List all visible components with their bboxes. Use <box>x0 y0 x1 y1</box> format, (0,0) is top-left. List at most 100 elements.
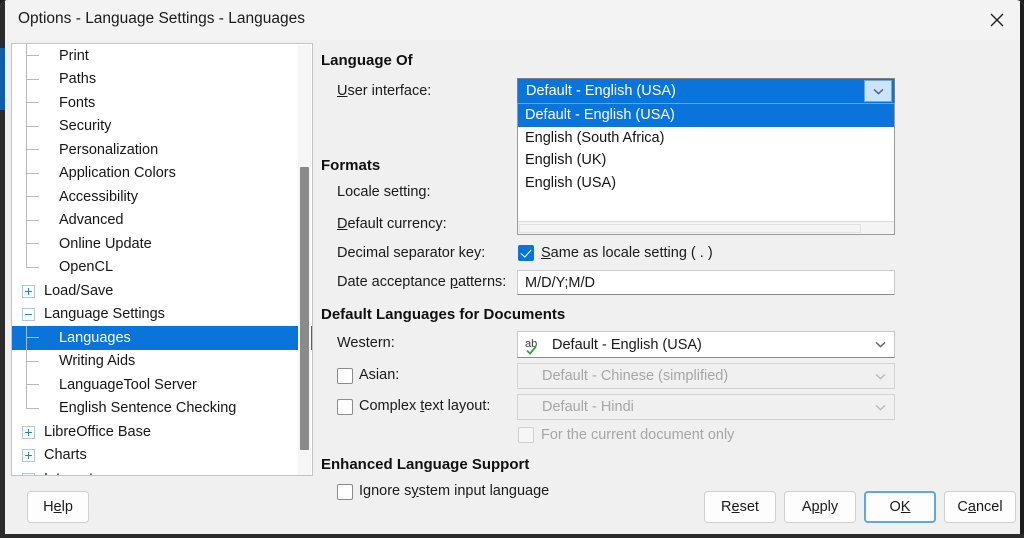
tree-item-label: Writing Aids <box>59 353 135 369</box>
tree-connector <box>26 209 41 233</box>
formats-heading: Formats <box>321 157 380 174</box>
tree-item-language-settings[interactable]: Language Settings <box>12 303 312 327</box>
tree-connector <box>26 44 41 68</box>
tree-item-label: Language Settings <box>44 306 165 322</box>
tree-connector <box>26 326 41 350</box>
asian-language-value: Default - Chinese (simplified) <box>518 368 866 384</box>
default-languages-heading: Default Languages for Documents <box>321 306 565 323</box>
asian-language-combobox: Default - Chinese (simplified) <box>517 363 895 389</box>
tree-item-personalization[interactable]: Personalization <box>12 138 312 162</box>
tree-item-label: Languages <box>59 330 131 346</box>
tree-item-fonts[interactable]: Fonts <box>12 91 312 115</box>
chevron-down-icon[interactable] <box>866 332 894 357</box>
expand-plus-icon[interactable] <box>22 426 35 439</box>
asian-checkbox[interactable] <box>337 368 353 384</box>
tree-item-application-colors[interactable]: Application Colors <box>12 162 312 186</box>
date-patterns-input[interactable]: M/D/Y;M/D <box>517 270 895 295</box>
western-language-combobox[interactable]: ab Default - English (USA) <box>517 331 895 358</box>
options-dialog-window: Options - Language Settings - Languages … <box>0 0 1024 538</box>
window-bottom-edge <box>0 534 1024 538</box>
tree-item-languagetool-server[interactable]: LanguageTool Server <box>12 373 312 397</box>
tree-item-accessibility[interactable]: Accessibility <box>12 185 312 209</box>
date-patterns-value: M/D/Y;M/D <box>525 275 595 291</box>
tree-item-label: Internet <box>44 471 93 476</box>
dropdown-scrollbar-thumb[interactable] <box>519 224 861 233</box>
close-icon[interactable] <box>974 0 1020 40</box>
window-title: Options - Language Settings - Languages <box>18 10 305 28</box>
tree-item-label: Print <box>59 48 89 64</box>
tree-item-paths[interactable]: Paths <box>12 68 312 92</box>
tree-vertical-scrollbar[interactable] <box>298 45 311 476</box>
tree-item-advanced[interactable]: Advanced <box>12 209 312 233</box>
tree-item-label: Personalization <box>59 142 158 158</box>
title-bar: Options - Language Settings - Languages <box>5 0 1020 40</box>
dropdown-option[interactable]: Default - English (USA) <box>518 104 894 127</box>
tree-item-label: LanguageTool Server <box>59 377 197 393</box>
expand-plus-icon[interactable] <box>22 285 35 298</box>
same-as-locale-checkbox[interactable] <box>518 245 534 261</box>
tree-item-internet[interactable]: Internet <box>12 467 312 476</box>
ignore-system-input-label: Ignore system input language <box>359 483 549 499</box>
help-button[interactable]: Help <box>27 491 89 523</box>
collapse-minus-icon[interactable] <box>22 308 35 321</box>
complex-text-layout-value: Default - Hindi <box>518 399 866 415</box>
reset-button[interactable]: Reset <box>704 491 776 523</box>
chevron-down-icon <box>866 395 894 419</box>
chevron-down-icon[interactable] <box>864 80 892 102</box>
ignore-system-input-checkbox[interactable] <box>337 484 353 500</box>
complex-text-layout-combobox: Default - Hindi <box>517 394 895 420</box>
tree-connector <box>26 373 41 397</box>
asian-label: Asian: <box>359 367 399 383</box>
tree-item-label: Advanced <box>59 212 124 228</box>
cancel-button[interactable]: Cancel <box>944 491 1016 523</box>
western-language-value: Default - English (USA) <box>518 337 866 353</box>
tree-item-label: English Sentence Checking <box>59 400 236 416</box>
settings-tree[interactable]: Print Paths Fonts Security Personalization Ap… <box>11 43 313 476</box>
tree-item-writing-aids[interactable]: Writing Aids <box>12 350 312 374</box>
tree-scrollbar-thumb[interactable] <box>300 167 309 450</box>
dropdown-option[interactable]: English (UK) <box>518 149 894 172</box>
expand-plus-icon[interactable] <box>22 449 35 462</box>
decimal-separator-label: Decimal separator key: <box>337 245 485 261</box>
dropdown-option[interactable]: English (South Africa) <box>518 127 894 150</box>
tree-item-label: Application Colors <box>59 165 176 181</box>
tree-item-label: Paths <box>59 71 96 87</box>
apply-button[interactable]: Apply <box>784 491 856 523</box>
language-of-heading: Language Of <box>321 52 413 69</box>
current-document-only-label: For the current document only <box>541 427 734 443</box>
tree-item-english-sentence-checking[interactable]: English Sentence Checking <box>12 397 312 421</box>
dialog-body: Print Paths Fonts Security Personalization Ap… <box>5 40 1020 534</box>
spellcheck-ab-icon: ab <box>525 336 547 355</box>
complex-text-layout-checkbox[interactable] <box>337 399 353 415</box>
tree-item-label: Charts <box>44 447 87 463</box>
ok-button[interactable]: OK <box>864 491 936 523</box>
tree-item-online-update[interactable]: Online Update <box>12 232 312 256</box>
tree-item-opencl[interactable]: OpenCL <box>12 256 312 280</box>
same-as-locale-label: Same as locale setting ( . ) <box>541 245 713 261</box>
tree-item-charts[interactable]: Charts <box>12 444 312 468</box>
current-document-only-checkbox <box>518 427 534 443</box>
tree-item-label: Fonts <box>59 95 95 111</box>
dropdown-horizontal-scrollbar[interactable] <box>518 221 895 234</box>
settings-pane: Language Of User interface: Default - En… <box>315 40 1020 534</box>
window-right-edge <box>1020 0 1024 538</box>
user-interface-label: User interface: <box>337 83 431 99</box>
dropdown-option[interactable]: English (USA) <box>518 172 894 195</box>
tree-item-print[interactable]: Print <box>12 44 312 68</box>
complex-text-layout-label: Complex text layout: <box>359 398 490 414</box>
tree-item-languages[interactable]: Languages <box>12 326 312 350</box>
user-interface-combobox[interactable]: Default - English (USA) <box>517 78 895 104</box>
tree-connector <box>26 138 41 162</box>
western-label: Western: <box>337 335 395 351</box>
tree-item-libreoffice-base[interactable]: LibreOffice Base <box>12 420 312 444</box>
tree-connector <box>26 185 41 209</box>
tree-connector <box>26 350 41 374</box>
user-interface-dropdown-list[interactable]: Default - English (USA)English (South Af… <box>517 103 895 235</box>
tree-item-security[interactable]: Security <box>12 115 312 139</box>
tree-connector <box>26 232 41 256</box>
tree-item-label: Online Update <box>59 236 152 252</box>
expand-plus-icon[interactable] <box>22 473 35 477</box>
tree-connector <box>26 162 41 186</box>
tree-item-label: Security <box>59 118 111 134</box>
tree-item-load-save[interactable]: Load/Save <box>12 279 312 303</box>
